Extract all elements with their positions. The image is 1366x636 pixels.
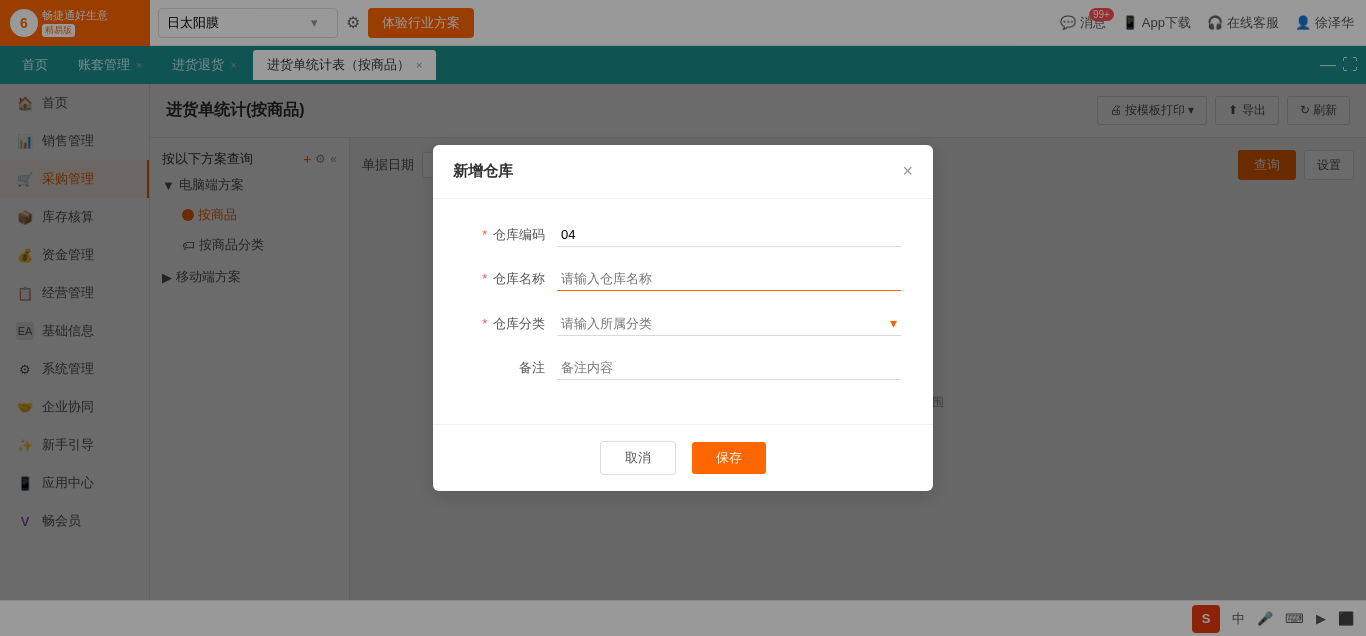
remark-input[interactable] bbox=[557, 356, 901, 380]
modal-overlay: 新增仓库 × * 仓库编码 * 仓库名称 bbox=[0, 0, 1366, 636]
modal-body: * 仓库编码 * 仓库名称 * 仓库分类 bbox=[433, 199, 933, 424]
warehouse-code-input[interactable] bbox=[557, 223, 901, 247]
modal-title: 新增仓库 bbox=[453, 162, 513, 181]
form-row-code: * 仓库编码 bbox=[465, 223, 901, 247]
cancel-btn[interactable]: 取消 bbox=[600, 441, 676, 475]
form-row-remark: 备注 bbox=[465, 356, 901, 380]
category-label: * 仓库分类 bbox=[465, 315, 545, 333]
code-label: * 仓库编码 bbox=[465, 226, 545, 244]
category-input[interactable] bbox=[561, 316, 890, 331]
category-dropdown-arrow: ▾ bbox=[890, 315, 897, 331]
form-row-category: * 仓库分类 ▾ bbox=[465, 311, 901, 336]
remark-label: 备注 bbox=[465, 359, 545, 377]
name-label: * 仓库名称 bbox=[465, 270, 545, 288]
modal-close-btn[interactable]: × bbox=[902, 161, 913, 182]
new-warehouse-modal: 新增仓库 × * 仓库编码 * 仓库名称 bbox=[433, 145, 933, 491]
form-row-name: * 仓库名称 bbox=[465, 267, 901, 291]
modal-header: 新增仓库 × bbox=[433, 145, 933, 199]
warehouse-name-input[interactable] bbox=[557, 267, 901, 291]
modal-footer: 取消 保存 bbox=[433, 424, 933, 491]
category-select-wrap[interactable]: ▾ bbox=[557, 311, 901, 336]
save-btn[interactable]: 保存 bbox=[692, 442, 766, 474]
